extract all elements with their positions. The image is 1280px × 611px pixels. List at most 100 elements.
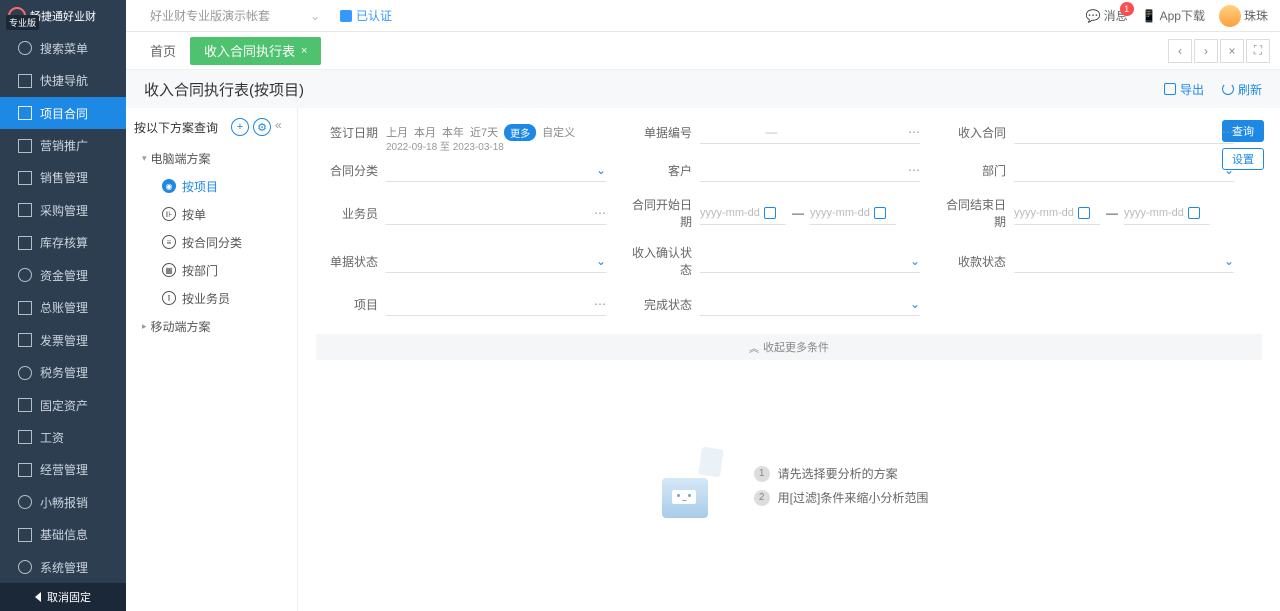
fullscreen-button[interactable]: ⛶: [1246, 39, 1270, 63]
category-field[interactable]: ⌄: [386, 158, 606, 182]
unpin-button[interactable]: 取消固定: [0, 583, 126, 611]
more-icon[interactable]: ⋯: [594, 206, 606, 220]
sidebar-item-quick[interactable]: 快捷导航: [0, 64, 126, 96]
more-icon[interactable]: ⋯: [1222, 125, 1234, 139]
receipt-icon: [18, 333, 32, 347]
stats-icon: ⫾: [162, 291, 176, 305]
sidebar-item-tax[interactable]: 税务管理: [0, 356, 126, 388]
sidebar-item-sales[interactable]: 销售管理: [0, 162, 126, 194]
tree-group-pc[interactable]: ▾电脑端方案: [134, 144, 289, 172]
tree-item-category[interactable]: ≡按合同分类: [134, 228, 289, 256]
sidebar-item-marketing[interactable]: 营销推广: [0, 129, 126, 161]
step-1-text: 请先选择要分析的方案: [778, 462, 898, 486]
step-1-badge: 1: [754, 466, 770, 482]
tab-close-all-button[interactable]: ×: [1220, 39, 1244, 63]
date-range-text: 2022-09-18 至 2023-03-18: [386, 138, 504, 153]
add-scheme-button[interactable]: +: [231, 118, 249, 136]
more-icon[interactable]: ⋯: [908, 163, 920, 177]
tree-item-doc[interactable]: ⊪按单: [134, 200, 289, 228]
start-date-to[interactable]: yyyy-mm-dd: [810, 201, 896, 225]
sidebar-item-ledger[interactable]: 总账管理: [0, 292, 126, 324]
customer-field[interactable]: ⋯: [700, 158, 920, 182]
collapse-panel-button[interactable]: «: [275, 118, 289, 136]
scheme-settings-button[interactable]: ⚙: [253, 118, 271, 136]
end-date-from[interactable]: yyyy-mm-dd: [1014, 201, 1100, 225]
ph: yyyy-mm-dd: [1014, 207, 1074, 219]
confirm-status-field[interactable]: ⌄: [700, 249, 920, 273]
salesman-field[interactable]: ⋯: [386, 201, 606, 225]
tab-current[interactable]: 收入合同执行表 ×: [190, 37, 321, 65]
tree-item-project[interactable]: ◉ 按项目: [134, 172, 289, 200]
contract-field[interactable]: ⋯: [1014, 120, 1234, 144]
app-download-link[interactable]: 📱 App下载: [1142, 7, 1205, 24]
top-bar: 好业财专业版演示帐套 ⌄ 已认证 💬 消息 1 📱 App下载 珠珠: [0, 0, 1280, 32]
date-more-badge[interactable]: 更多: [504, 124, 536, 141]
sign-date-label: 签订日期: [316, 124, 386, 141]
chart-icon: [18, 463, 32, 477]
target-icon: ◉: [162, 179, 176, 193]
close-icon[interactable]: ×: [301, 45, 307, 57]
finish-status-label: 完成状态: [630, 296, 700, 313]
more-icon[interactable]: ⋯: [594, 297, 606, 311]
account-selector[interactable]: 好业财专业版演示帐套 ⌄: [150, 7, 320, 24]
query-header-label: 按以下方案查询: [134, 119, 218, 136]
sidebar-item-system[interactable]: 系统管理: [0, 551, 126, 583]
project-label: 项目: [316, 296, 386, 313]
refresh-label: 刷新: [1238, 81, 1262, 98]
collapse-filters-button[interactable]: ︽ 收起更多条件: [316, 334, 1262, 360]
sidebar-item-assets[interactable]: 固定资产: [0, 389, 126, 421]
export-button[interactable]: 导出: [1164, 81, 1204, 98]
messages-link[interactable]: 💬 消息 1: [1086, 7, 1128, 24]
sign-date-field[interactable]: 上月 本月 本年 近7天 更多 自定义 2022-09-18 至 2023-03…: [386, 120, 606, 144]
export-label: 导出: [1180, 81, 1204, 98]
sidebar-label: 搜索菜单: [40, 40, 88, 57]
sidebar-item-purchase[interactable]: 采购管理: [0, 194, 126, 226]
chevron-down-icon: ⌄: [310, 9, 320, 23]
pay-status-field[interactable]: ⌄: [1014, 249, 1234, 273]
phone-icon: 📱: [1142, 9, 1157, 23]
refresh-button[interactable]: 刷新: [1222, 81, 1262, 98]
tab-home[interactable]: 首页: [136, 37, 190, 65]
ph: yyyy-mm-dd: [1124, 207, 1184, 219]
start-date-from[interactable]: yyyy-mm-dd: [700, 201, 786, 225]
sidebar-item-basic[interactable]: 基础信息: [0, 519, 126, 551]
sidebar-item-contract[interactable]: 项目合同: [0, 97, 126, 129]
empty-illustration: [650, 446, 730, 526]
tree-label: 电脑端方案: [151, 150, 211, 167]
calendar-icon: [1078, 207, 1090, 219]
more-icon[interactable]: ⋯: [908, 125, 920, 139]
sidebar-item-invoice[interactable]: 发票管理: [0, 324, 126, 356]
date-custom[interactable]: 自定义: [542, 124, 575, 140]
tree-item-salesman[interactable]: ⫾按业务员: [134, 284, 289, 312]
sidebar-label: 资金管理: [40, 267, 88, 284]
sidebar-label: 营销推广: [40, 137, 88, 154]
sidebar-item-funds[interactable]: 资金管理: [0, 259, 126, 291]
sidebar-label: 税务管理: [40, 364, 88, 381]
user-menu[interactable]: 珠珠: [1219, 5, 1268, 27]
search-icon: [18, 41, 32, 55]
chevron-up-icon: ︽: [749, 340, 759, 355]
tree-item-dept[interactable]: ▦按部门: [134, 256, 289, 284]
tree-group-mobile[interactable]: ▸移动端方案: [134, 312, 289, 340]
sidebar-item-search[interactable]: 搜索菜单: [0, 32, 126, 64]
chevron-down-icon: ⌄: [596, 254, 606, 268]
dept-field[interactable]: ⌄: [1014, 158, 1234, 182]
finish-status-field[interactable]: ⌄: [700, 292, 920, 316]
project-field[interactable]: ⋯: [386, 292, 606, 316]
tab-prev-button[interactable]: ‹: [1168, 39, 1192, 63]
doc-status-field[interactable]: ⌄: [386, 249, 606, 273]
shield-icon: [340, 10, 352, 22]
sidebar-item-inventory[interactable]: 库存核算: [0, 227, 126, 259]
triangle-left-icon: [35, 592, 41, 602]
download-label: App下载: [1160, 7, 1205, 24]
tree-label: 按项目: [182, 178, 218, 195]
docno-field[interactable]: —⋯: [700, 120, 920, 144]
tab-next-button[interactable]: ›: [1194, 39, 1218, 63]
end-date-label: 合同结束日期: [944, 196, 1014, 230]
step-2-text: 用[过滤]条件来缩小分析范围: [778, 486, 929, 510]
end-date-to[interactable]: yyyy-mm-dd: [1124, 201, 1210, 225]
sidebar-item-business[interactable]: 经营管理: [0, 454, 126, 486]
sidebar-item-salary[interactable]: 工资: [0, 421, 126, 453]
chat-icon: 💬: [1086, 9, 1101, 23]
sidebar-item-expense[interactable]: 小畅报销: [0, 486, 126, 518]
